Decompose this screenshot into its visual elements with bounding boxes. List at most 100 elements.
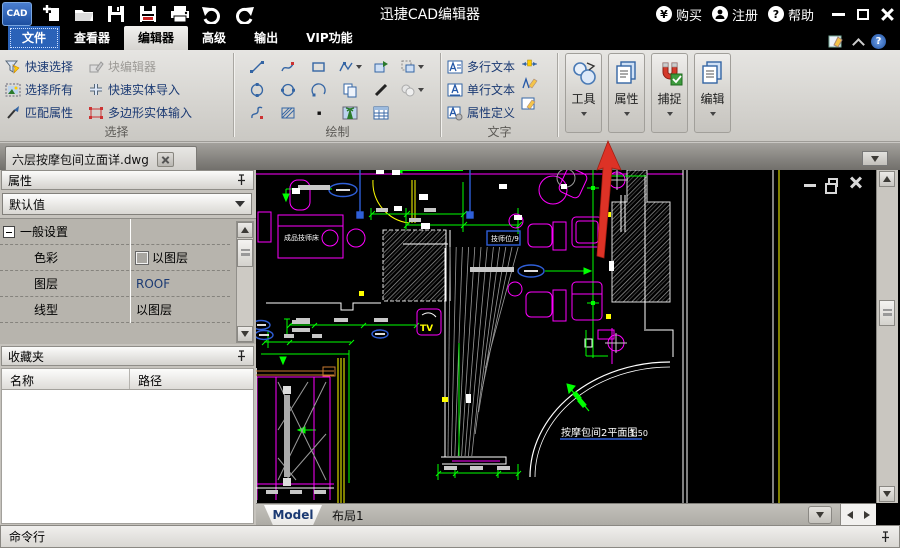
snap-magnet-icon xyxy=(662,62,682,86)
pin-icon[interactable] xyxy=(236,350,247,362)
canvas-vertical-scrollbar[interactable] xyxy=(876,170,898,503)
draw-spline-button[interactable] xyxy=(241,101,272,124)
property-row-layer[interactable]: 图层 ROOF xyxy=(0,271,230,297)
tab-layout1[interactable]: 布局1 xyxy=(332,507,364,524)
redo-button[interactable] xyxy=(231,3,257,25)
print-button[interactable] xyxy=(167,3,193,25)
draw-thickline-button[interactable] xyxy=(365,78,396,101)
tab-output[interactable]: 输出 xyxy=(240,26,292,50)
dimension-icon[interactable] xyxy=(521,57,538,70)
tools-button[interactable]: 工具 xyxy=(565,53,602,133)
close-button[interactable] xyxy=(881,7,894,21)
favorites-list[interactable] xyxy=(1,390,254,524)
quick-select-button[interactable]: 快速选择 xyxy=(0,55,77,78)
collapse-group-icon[interactable] xyxy=(3,225,15,238)
ribbon-group-select: 快速选择 选择所有 匹配属性 块编辑器 快速实体导入 多边形实体输入 选择 xyxy=(0,50,233,141)
property-row-linetype[interactable]: 线型 以图层 xyxy=(0,297,230,323)
tab-advanced[interactable]: 高级 xyxy=(188,26,240,50)
note-edit-icon[interactable] xyxy=(521,97,538,110)
draw-line-button[interactable] xyxy=(241,55,272,78)
plan-scale-label: 1:50 xyxy=(630,429,648,438)
attribute-define-button[interactable]: 属性定义 xyxy=(442,101,519,124)
tab-vip[interactable]: VIP功能 xyxy=(292,26,367,50)
buy-button[interactable]: ¥ 购买 xyxy=(655,5,702,24)
polygon-entity-input-button[interactable]: 多边形实体输入 xyxy=(83,101,196,124)
tab-file[interactable]: 文件 xyxy=(8,26,61,50)
save-button[interactable] xyxy=(103,3,129,25)
draw-arc-button[interactable] xyxy=(303,78,334,101)
collapse-ribbon-icon[interactable] xyxy=(854,38,863,44)
draw-copy-button[interactable] xyxy=(334,78,365,101)
favorites-col-name[interactable]: 名称 xyxy=(2,369,130,389)
match-properties-button[interactable]: 匹配属性 xyxy=(0,101,77,124)
draw-image-button[interactable] xyxy=(334,101,365,124)
help-button[interactable]: ? 帮助 xyxy=(767,5,814,24)
block-editor-button[interactable]: 块编辑器 xyxy=(83,55,196,78)
insert-block-button[interactable] xyxy=(365,55,396,78)
inner-minimize-icon[interactable] xyxy=(804,183,816,187)
pin-icon[interactable] xyxy=(880,530,891,543)
draw-sketch-button[interactable] xyxy=(272,55,303,78)
title-bar: CAD 迅捷CAD编辑器 ¥ 购买 注册 ? 帮助 xyxy=(0,0,900,28)
document-tab-bar: 六层按摩包间立面详.dwg xyxy=(0,142,900,171)
scrollbar-expand-button[interactable] xyxy=(808,506,832,524)
maximize-button[interactable] xyxy=(857,8,869,20)
draw-rectangle-button[interactable] xyxy=(303,55,334,78)
redo-icon xyxy=(236,7,254,24)
annotate-pencil-icon[interactable] xyxy=(828,33,846,49)
properties-button[interactable]: 属性 xyxy=(608,53,645,133)
tab-editor[interactable]: 编辑器 xyxy=(124,26,189,50)
scroll-left-icon[interactable] xyxy=(846,511,853,519)
singleline-text-button[interactable]: 单行文本 xyxy=(442,78,519,101)
draw-hatch-button[interactable] xyxy=(272,101,303,124)
inner-close-icon[interactable] xyxy=(849,176,863,189)
tab-model[interactable]: Model xyxy=(264,505,322,526)
register-button[interactable]: 注册 xyxy=(711,5,758,24)
cad-drawing: 按摩包间2平面图 1:50 TV 技师位/9 成品技师床 xyxy=(256,170,780,503)
text-edit-icon[interactable] xyxy=(521,77,538,90)
draw-polyline-button[interactable] xyxy=(334,55,365,78)
menu-bar: 文件 查看器 编辑器 高级 输出 VIP功能 ? xyxy=(0,26,900,50)
draw-table-button[interactable] xyxy=(365,101,396,124)
multiline-text-button[interactable]: 多行文本 xyxy=(442,55,519,78)
point-icon xyxy=(317,111,321,115)
block-tools-button[interactable] xyxy=(396,55,427,78)
canvas-horizontal-scroll-buttons xyxy=(840,504,876,526)
property-group-row[interactable]: 一般设置 xyxy=(0,219,230,245)
save-pdf-button[interactable] xyxy=(135,3,161,25)
command-line-bar[interactable]: 命令行 xyxy=(0,525,900,548)
inner-restore-icon[interactable] xyxy=(825,177,838,194)
new-file-button[interactable] xyxy=(39,3,65,25)
properties-panel-header: 属性 xyxy=(1,170,254,190)
minimize-button[interactable] xyxy=(832,12,845,16)
document-close-icon[interactable] xyxy=(156,151,174,167)
quick-entity-import-button[interactable]: 快速实体导入 xyxy=(83,78,196,101)
draw-point-button[interactable] xyxy=(303,101,334,124)
favorites-col-path[interactable]: 路径 xyxy=(130,369,253,389)
draw-ghost-button[interactable] xyxy=(396,78,427,101)
canvas-scroll-up-icon xyxy=(879,171,895,187)
draw-circle-button[interactable] xyxy=(241,78,272,101)
edit-button[interactable]: 编辑 xyxy=(694,53,731,133)
tab-list-dropdown-button[interactable] xyxy=(862,151,888,166)
quick-help-icon[interactable]: ? xyxy=(871,33,886,49)
document-tab[interactable]: 六层按摩包间立面详.dwg xyxy=(5,146,197,171)
drawing-canvas[interactable]: 按摩包间2平面图 1:50 TV 技师位/9 成品技师床 xyxy=(256,170,876,503)
property-row-color[interactable]: 色彩 以图层 xyxy=(0,245,230,271)
color-swatch[interactable] xyxy=(135,250,149,265)
snap-dropdown-icon xyxy=(666,112,673,116)
canvas-vscroll-thumb xyxy=(879,300,895,326)
select-all-button[interactable]: 选择所有 xyxy=(0,78,77,101)
scroll-right-icon[interactable] xyxy=(864,511,871,519)
undo-button[interactable] xyxy=(199,3,225,25)
snap-button[interactable]: 捕捉 xyxy=(651,53,688,133)
property-grid-scrollbar[interactable] xyxy=(236,221,254,343)
property-set-select[interactable]: 默认值 xyxy=(2,193,252,215)
rectangle-icon xyxy=(311,61,325,72)
table-icon xyxy=(373,106,388,119)
open-file-button[interactable] xyxy=(71,3,97,25)
pin-icon[interactable] xyxy=(236,174,247,186)
draw-circle2-button[interactable] xyxy=(272,78,303,101)
tab-viewer[interactable]: 查看器 xyxy=(60,26,124,50)
spline-icon xyxy=(250,106,263,119)
